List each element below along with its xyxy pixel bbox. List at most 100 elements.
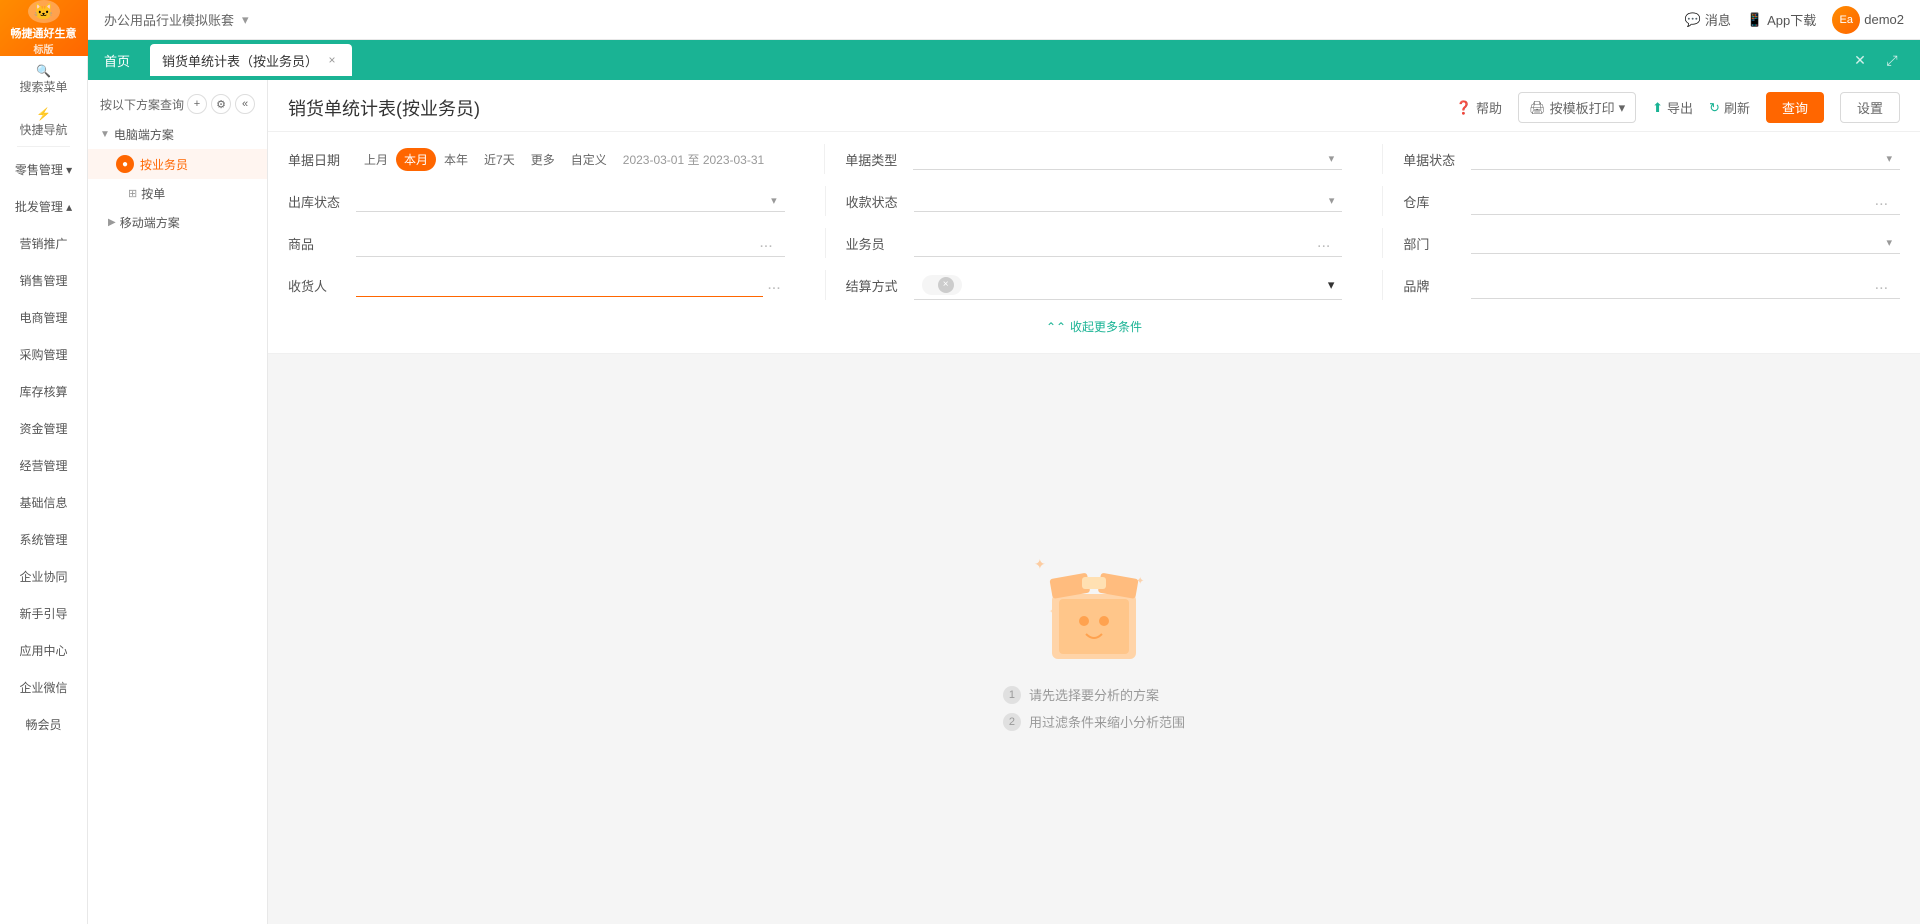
content-area: 按以下方案查询 + ⚙ « ▼ 电脑端方案 ● 按业务员 ⊞ 按单 bbox=[88, 80, 1920, 924]
sidebar-shortcut[interactable]: ⚡ 快捷导航 bbox=[0, 103, 87, 142]
type-filter-select[interactable]: ▾ bbox=[913, 148, 1342, 170]
filter-row-3: 商品 ... 业务员 ... bbox=[288, 228, 1900, 258]
salesman-dots-icon[interactable]: ... bbox=[1313, 234, 1334, 252]
export-icon: ⬆ bbox=[1652, 100, 1663, 116]
date-btn-thismonth[interactable]: 本月 bbox=[396, 148, 436, 171]
basic-label: 基础信息 bbox=[19, 496, 67, 510]
sidebar-item-sales[interactable]: 销售管理 bbox=[0, 262, 87, 299]
export-btn[interactable]: ⬆ 导出 bbox=[1652, 98, 1693, 117]
settings-btn[interactable]: 设置 bbox=[1840, 92, 1900, 123]
user-avatar: Ea bbox=[1832, 6, 1860, 34]
refresh-btn[interactable]: ↻ 刷新 bbox=[1709, 98, 1750, 117]
filter-divider-3 bbox=[825, 186, 826, 216]
app-download-btn[interactable]: 📱 App下载 bbox=[1747, 10, 1816, 29]
mobile-scheme-header[interactable]: ▶ 移动端方案 bbox=[88, 208, 267, 237]
brand-dots-icon[interactable]: ... bbox=[1871, 276, 1892, 294]
hint-item-1: 1 请先选择要分析的方案 bbox=[1003, 685, 1185, 704]
collapse-btn[interactable]: ⌃⌃ 收起更多条件 bbox=[1040, 312, 1148, 341]
sidebar-item-operations[interactable]: 经营管理 bbox=[0, 447, 87, 484]
warehouse-dots-icon[interactable]: ... bbox=[1871, 192, 1892, 210]
topbar-right: 💬 消息 📱 App下载 Ea demo2 bbox=[1685, 6, 1904, 34]
warehouse-input[interactable]: ... bbox=[1471, 188, 1900, 215]
scheme-header-label: 按以下方案查询 bbox=[100, 96, 184, 113]
dept-chevron-icon: ▾ bbox=[1886, 236, 1892, 249]
sidebar-search[interactable]: 🔍 搜索菜单 bbox=[0, 56, 87, 103]
salesman-input[interactable]: ... bbox=[914, 230, 1343, 257]
print-btn[interactable]: 🖨 按模板打印 ▾ bbox=[1518, 92, 1636, 123]
payment-clear-icon[interactable]: × bbox=[938, 277, 954, 293]
retail-label: 零售管理 bbox=[15, 163, 63, 177]
sidebar-item-basic[interactable]: 基础信息 bbox=[0, 484, 87, 521]
pc-scheme-group-header[interactable]: ▼ 电脑端方案 bbox=[88, 120, 267, 149]
sidebar-item-purchase[interactable]: 采购管理 bbox=[0, 336, 87, 373]
query-btn[interactable]: 查询 bbox=[1766, 92, 1824, 123]
date-btn-more[interactable]: 更多 bbox=[523, 148, 563, 171]
tab-close-btn[interactable]: × bbox=[324, 52, 340, 68]
tab-home[interactable]: 首页 bbox=[88, 40, 146, 80]
sidebar-item-corp[interactable]: 企业协同 bbox=[0, 558, 87, 595]
filter-row-2: 出库状态 ▾ 收款状态 ▾ bbox=[288, 186, 1900, 216]
add-scheme-btn[interactable]: + bbox=[187, 94, 207, 114]
active-tab-label: 销货单统计表（按业务员） bbox=[162, 51, 318, 70]
sidebar-item-finance[interactable]: 资金管理 bbox=[0, 410, 87, 447]
collapse-up-icon: ⌃⌃ bbox=[1046, 320, 1066, 334]
brand-input[interactable]: ... bbox=[1471, 272, 1900, 299]
sidebar-item-marketing[interactable]: 营销推广 bbox=[0, 225, 87, 262]
date-btn-lastmonth[interactable]: 上月 bbox=[356, 148, 396, 171]
sidebar-item-wholesale[interactable]: 批发管理 ▴ bbox=[0, 188, 87, 225]
dept-label: 部门 bbox=[1403, 234, 1463, 253]
tab-expand-btn[interactable]: ⤢ bbox=[1880, 48, 1904, 72]
wholesale-label: 批发管理 bbox=[15, 200, 63, 214]
goods-input[interactable]: ... bbox=[356, 230, 785, 257]
date-btn-thisyear[interactable]: 本年 bbox=[436, 148, 476, 171]
scheme-by-salesman[interactable]: ● 按业务员 bbox=[88, 149, 267, 179]
payment-select[interactable]: × ▾ bbox=[914, 271, 1343, 300]
left-panel: 按以下方案查询 + ⚙ « ▼ 电脑端方案 ● 按业务员 ⊞ 按单 bbox=[88, 80, 268, 924]
type-filter-label: 单据类型 bbox=[845, 150, 905, 169]
scheme-by-order[interactable]: ⊞ 按单 bbox=[88, 179, 267, 208]
sidebar-item-newbie[interactable]: 新手引导 bbox=[0, 595, 87, 632]
help-btn[interactable]: ❓ 帮助 bbox=[1456, 98, 1502, 117]
collapse-panel-btn[interactable]: « bbox=[235, 94, 255, 114]
svg-text:✦: ✦ bbox=[1034, 556, 1046, 572]
right-panel: 销货单统计表(按业务员) ❓ 帮助 🖨 按模板打印 ▾ ⬆ 导出 bbox=[268, 80, 1920, 924]
sub-scheme-icon: ⊞ bbox=[128, 187, 137, 200]
settings-scheme-btn[interactable]: ⚙ bbox=[211, 94, 231, 114]
scheme-by-salesman-label: 按业务员 bbox=[140, 156, 188, 173]
sidebar-item-ecom[interactable]: 电商管理 bbox=[0, 299, 87, 336]
wechat-label: 企业微信 bbox=[19, 681, 67, 695]
salesman-field: 业务员 ... bbox=[846, 230, 1343, 257]
dept-select[interactable]: ▾ bbox=[1471, 232, 1900, 254]
sidebar-item-retail[interactable]: 零售管理 ▾ bbox=[0, 151, 87, 188]
type-chevron-icon: ▾ bbox=[1329, 152, 1335, 165]
filter-divider-7 bbox=[825, 270, 826, 300]
user-menu[interactable]: Ea demo2 bbox=[1832, 6, 1904, 34]
sidebar-item-inventory[interactable]: 库存核算 bbox=[0, 373, 87, 410]
scheme-actions: + ⚙ « bbox=[187, 94, 255, 114]
message-btn[interactable]: 💬 消息 bbox=[1685, 10, 1731, 29]
mobile-triangle-icon: ▶ bbox=[108, 217, 116, 228]
goods-dots-icon[interactable]: ... bbox=[755, 234, 776, 252]
sidebar-item-system[interactable]: 系统管理 bbox=[0, 521, 87, 558]
status-filter-select[interactable]: ▾ bbox=[1471, 148, 1900, 170]
tab-close-all-btn[interactable]: ✕ bbox=[1848, 48, 1872, 72]
sidebar-item-wechat[interactable]: 企业微信 bbox=[0, 669, 87, 706]
message-icon: 💬 bbox=[1685, 12, 1701, 28]
consignee-input[interactable] bbox=[356, 273, 763, 297]
date-range-display: 2023-03-01 至 2023-03-31 bbox=[623, 151, 764, 168]
topbar: 办公用品行业模拟账套 ▾ 💬 消息 📱 App下载 Ea demo2 bbox=[88, 0, 1920, 40]
tab-home-label: 首页 bbox=[104, 51, 130, 70]
purchase-label: 采购管理 bbox=[19, 348, 67, 362]
date-btn-custom[interactable]: 自定义 bbox=[563, 148, 615, 171]
tab-sales-stats[interactable]: 销货单统计表（按业务员） × bbox=[150, 44, 352, 76]
sidebar-item-member[interactable]: 畅会员 bbox=[0, 706, 87, 743]
hint-num-2: 2 bbox=[1003, 713, 1021, 731]
consignee-dots-icon[interactable]: ... bbox=[763, 276, 784, 294]
svg-text:✦: ✦ bbox=[1049, 607, 1056, 616]
collectstatus-select[interactable]: ▾ bbox=[914, 190, 1343, 212]
outstatus-select[interactable]: ▾ bbox=[356, 190, 785, 212]
date-btn-7days[interactable]: 近7天 bbox=[476, 148, 523, 171]
sidebar-item-appcenter[interactable]: 应用中心 bbox=[0, 632, 87, 669]
consignee-label: 收货人 bbox=[288, 276, 348, 295]
industry-dropdown-icon[interactable]: ▾ bbox=[242, 12, 249, 28]
